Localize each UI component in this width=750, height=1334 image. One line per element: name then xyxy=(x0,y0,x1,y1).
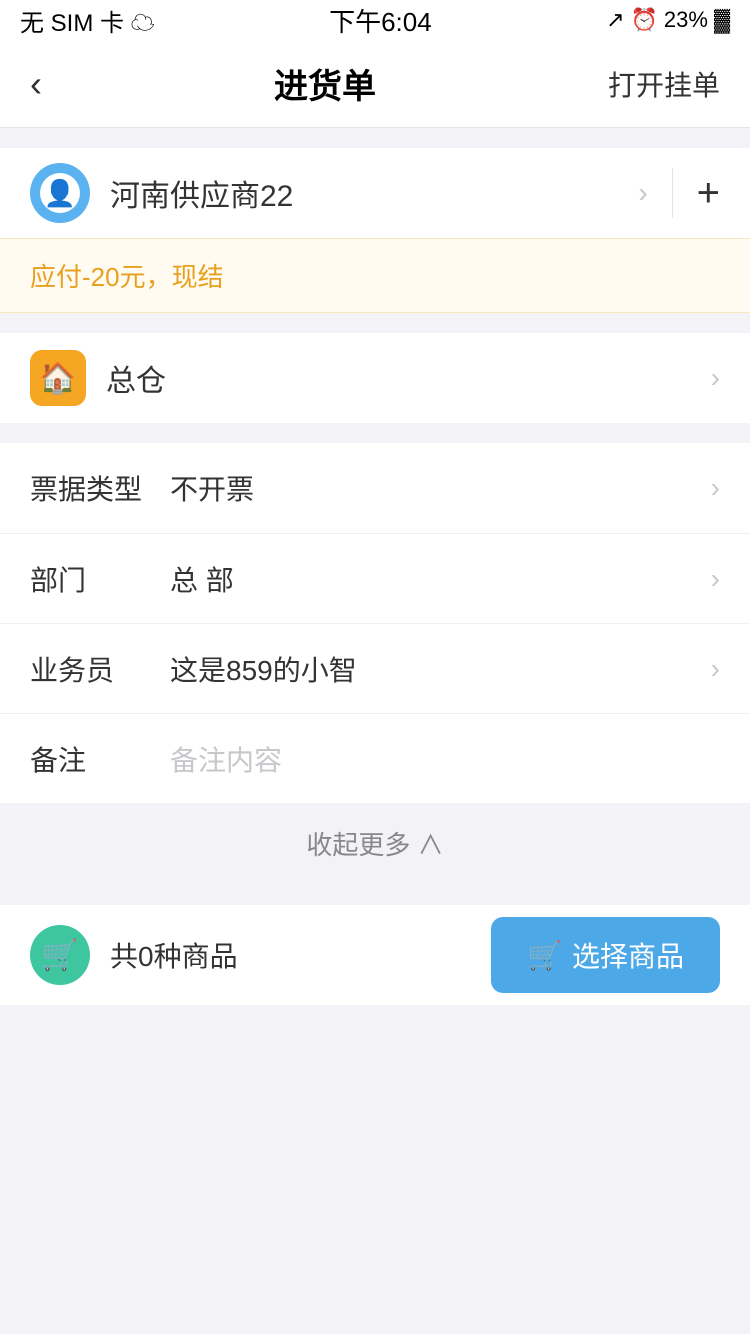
product-icon: 🛒 xyxy=(30,925,90,985)
status-right: ↗ ⏰ 23% ▓ xyxy=(606,7,730,33)
supplier-section: 👤 河南供应商22 › + 应付-20元，现结 xyxy=(0,148,750,313)
add-supplier-button[interactable]: + xyxy=(697,173,720,213)
department-value: 总 部 xyxy=(170,559,711,599)
status-time: 下午6:04 xyxy=(329,2,432,39)
notice-banner: 应付-20元，现结 xyxy=(0,238,750,313)
ticket-type-chevron-icon: › xyxy=(711,472,720,504)
form-section: 票据类型 不开票 › 部门 总 部 › 业务员 这是859的小智 › 备注 备注… xyxy=(0,443,750,803)
sales-rep-row[interactable]: 业务员 这是859的小智 › xyxy=(0,623,750,713)
house-icon: 🏠 xyxy=(39,361,76,396)
department-row[interactable]: 部门 总 部 › xyxy=(0,533,750,623)
person-icon: 👤 xyxy=(44,178,76,209)
back-button[interactable]: ‹ xyxy=(30,63,42,105)
department-label: 部门 xyxy=(30,559,170,599)
supplier-chevron-icon: › xyxy=(638,177,647,209)
supplier-row[interactable]: 👤 河南供应商22 › + xyxy=(0,148,750,238)
gap-3 xyxy=(0,423,750,443)
ticket-type-label: 票据类型 xyxy=(30,468,170,508)
warehouse-row[interactable]: 🏠 总仓 › xyxy=(0,333,750,423)
alarm-icon: ⏰ xyxy=(631,7,658,33)
warehouse-section: 🏠 总仓 › xyxy=(0,333,750,423)
bottom-bar: 🛒 共0种商品 🛒 选择商品 xyxy=(0,905,750,1005)
supplier-avatar: 👤 xyxy=(30,163,90,223)
warehouse-icon: 🏠 xyxy=(30,350,86,406)
ticket-type-value: 不开票 xyxy=(170,468,711,508)
select-product-button[interactable]: 🛒 选择商品 xyxy=(491,917,720,993)
nav-bar: ‹ 进货单 打开挂单 xyxy=(0,40,750,128)
page: 无 SIM 卡 ☁ 下午6:04 ↗ ⏰ 23% ▓ ‹ 进货单 打开挂单 👤 … xyxy=(0,0,750,1334)
department-chevron-icon: › xyxy=(711,563,720,595)
page-title: 进货单 xyxy=(274,59,376,108)
warehouse-name: 总仓 xyxy=(106,356,711,400)
ticket-type-row[interactable]: 票据类型 不开票 › xyxy=(0,443,750,533)
supplier-name: 河南供应商22 xyxy=(110,171,638,215)
warehouse-chevron-icon: › xyxy=(711,362,720,394)
gap-4 xyxy=(0,883,750,903)
product-count: 共0种商品 xyxy=(110,935,491,975)
cart-icon: 🛒 xyxy=(41,938,78,973)
sales-rep-value: 这是859的小智 xyxy=(170,649,711,689)
gap-2 xyxy=(0,313,750,333)
select-product-icon: 🛒 xyxy=(527,939,562,972)
status-bar: 无 SIM 卡 ☁ 下午6:04 ↗ ⏰ 23% ▓ xyxy=(0,0,750,40)
sales-rep-chevron-icon: › xyxy=(711,653,720,685)
status-left: 无 SIM 卡 ☁ xyxy=(20,3,155,38)
vertical-divider xyxy=(672,168,673,218)
battery-icon: ▓ xyxy=(714,7,730,33)
open-pending-button[interactable]: 打开挂单 xyxy=(608,64,720,104)
avatar-inner: 👤 xyxy=(40,173,80,213)
note-placeholder: 备注内容 xyxy=(170,739,720,779)
note-row[interactable]: 备注 备注内容 xyxy=(0,713,750,803)
gap-1 xyxy=(0,128,750,148)
battery-text: 23% xyxy=(664,7,708,33)
select-product-label: 选择商品 xyxy=(572,935,684,975)
note-label: 备注 xyxy=(30,739,170,779)
collapse-row[interactable]: 收起更多 ∧ xyxy=(0,803,750,883)
no-sim-text: 无 SIM 卡 ☁ xyxy=(20,3,155,38)
location-icon: ↗ xyxy=(606,7,624,33)
sales-rep-label: 业务员 xyxy=(30,649,170,689)
